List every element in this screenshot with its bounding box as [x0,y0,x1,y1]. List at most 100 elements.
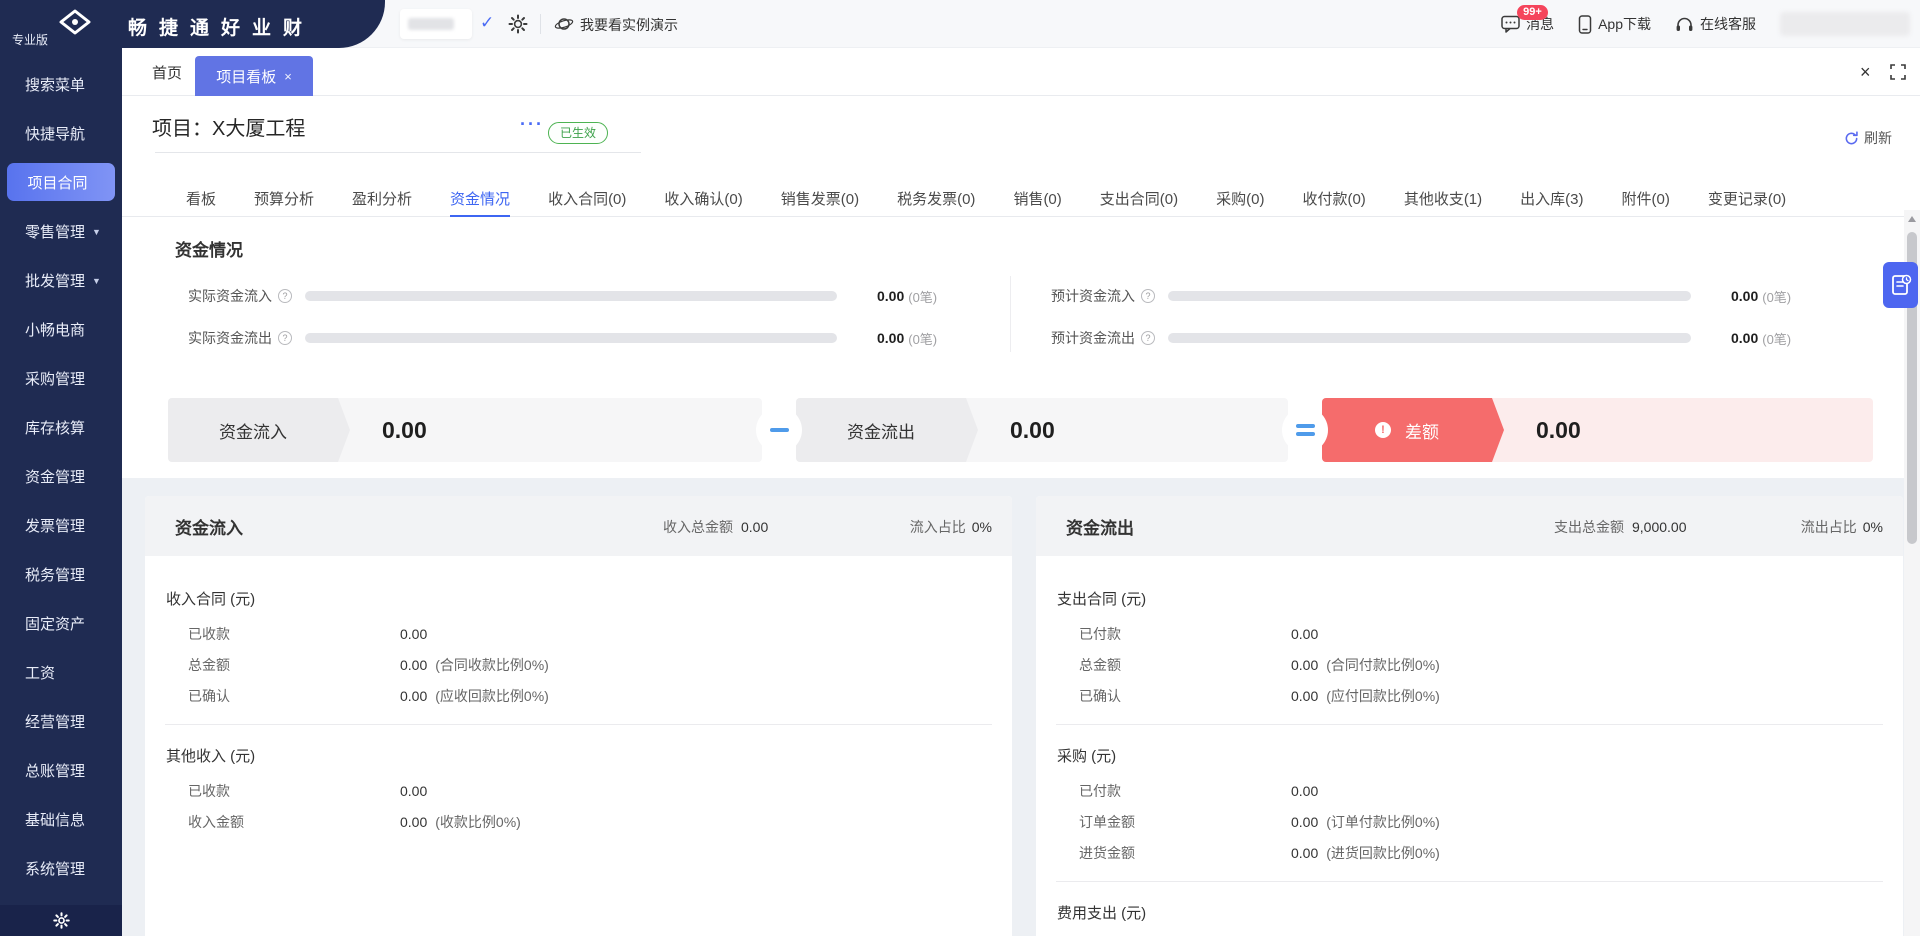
content-tab[interactable]: 资金情况 [450,180,511,217]
content-tab[interactable]: 看板 [186,180,216,216]
sidebar-item[interactable]: 系统管理 [0,844,122,893]
inflow-card-header: 资金流入 收入总金额 0.00 流入占比 0% [145,496,1012,556]
summary-band: 资金流入 0.00 资金流出 0.00 ! 差额 0.00 [168,398,1873,462]
content-tab[interactable]: 税务发票(0) [897,180,975,216]
company-selector-redacted[interactable] [400,9,472,39]
sidebar-item[interactable]: 税务管理 [0,550,122,599]
more-actions-button[interactable]: ··· [520,114,544,135]
outflow-ratio: 流出占比 0% [1800,519,1883,535]
content-tabs: 看板 预算分析 盈利分析 资金情况 收入合同(0) 收入确认(0) 销售发票(0… [122,180,1920,217]
refresh-label: 刷新 [1864,130,1892,146]
status-badge: 已生效 [548,122,609,144]
inflow-ratio: 流入占比 0% [909,519,992,535]
content-tab-label: 销售发票(0) [780,190,860,208]
sidebar-item[interactable]: 项目合同 [7,163,115,201]
content-tab[interactable]: 出入库(3) [1520,180,1583,216]
settings-gear-icon[interactable] [52,912,70,929]
detail-row: 订单金额 0.00 (订单付款比例0%) [1036,806,1903,837]
funding-row-label: 预计资金流出? [1051,328,1155,348]
title-underline [155,152,641,153]
refresh-button[interactable]: 刷新 [1844,128,1892,148]
content-tab[interactable]: 其他收支(1) [1404,180,1482,216]
sidebar-item[interactable]: 发票管理 [0,501,122,550]
support-button[interactable]: 在线客服 [1675,14,1756,34]
content-tab[interactable]: 盈利分析 [352,180,412,216]
content-tab-label: 采购(0) [1216,190,1265,208]
demo-link[interactable]: 我要看实例演示 [580,15,678,35]
detail-row-note: (订单付款比例0%) [1326,813,1440,830]
scrollbar-up-arrow[interactable] [1908,216,1916,222]
sidebar-item[interactable]: 固定资产 [0,599,122,648]
sidebar-item-label: 快捷导航 [25,126,86,143]
difference-segment-label: ! 差额 [1322,398,1504,462]
planet-icon [554,18,574,30]
content-tab[interactable]: 预算分析 [254,180,314,216]
sidebar-item[interactable]: 搜索菜单 [0,60,122,109]
tab-home[interactable]: 首页 [140,48,194,96]
tab-close-icon[interactable]: × [284,69,292,84]
app-download-button[interactable]: App下载 [1578,14,1651,34]
topbar-divider [540,14,541,34]
gear-icon[interactable] [508,14,528,34]
sidebar-item-label: 零售管理 [25,224,86,241]
sidebar-item[interactable]: 批发管理 ▼ [0,256,122,305]
inflow-card-title: 资金流入 [175,519,243,538]
sidebar-item[interactable]: 快捷导航 [0,109,122,158]
section-divider [1056,881,1883,882]
content-tab[interactable]: 采购(0) [1216,180,1264,216]
project-title: 项目：X大厦工程 [152,112,305,141]
progress-bar [305,333,837,343]
section-divider [1056,724,1883,725]
content-tab-label: 资金情况 [450,190,511,208]
sidebar-item[interactable]: 小畅电商 [0,305,122,354]
sidebar-item[interactable]: 零售管理 ▼ [0,207,122,256]
tab-project-board-label: 项目看板 [216,68,277,86]
sidebar-item[interactable]: 采购管理 [0,354,122,403]
content-tab[interactable]: 收入合同(0) [548,180,626,216]
content-tab[interactable]: 销售发票(0) [781,180,859,216]
content-tab[interactable]: 收付款(0) [1302,180,1365,216]
sidebar-item-label: 项目合同 [27,174,88,192]
content-tab-label: 收付款(0) [1302,190,1366,208]
content-tab[interactable]: 销售(0) [1013,180,1061,216]
sidebar-item[interactable]: 总账管理 [0,746,122,795]
messages-button[interactable]: 消息 99+ [1501,5,1554,34]
sidebar-item[interactable]: 库存核算 [0,403,122,452]
tab-project-board[interactable]: 项目看板 × [195,56,313,96]
progress-bar [1168,291,1691,301]
sidebar-item-label: 库存核算 [25,420,86,437]
sidebar-item[interactable]: 经营管理 [0,697,122,746]
funding-row-count: (0笔) [1762,331,1792,347]
help-icon[interactable]: ? [1141,331,1155,345]
help-icon[interactable]: ? [1141,289,1155,303]
outflow-segment-label: 资金流出 [796,398,978,462]
detail-row-label: 总金额 [188,656,230,673]
detail-row-note: (合同付款比例0%) [1326,656,1440,673]
sidebar-item-label: 批发管理 [25,273,86,290]
content-tab-label: 预算分析 [254,190,315,208]
help-icon[interactable]: ? [278,289,292,303]
content-tab[interactable]: 收入确认(0) [664,180,742,216]
check-icon: ✓ [480,13,495,32]
support-label: 在线客服 [1700,16,1756,32]
sidebar-item[interactable]: 资金管理 [0,452,122,501]
sidebar-item[interactable]: 基础信息 [0,795,122,844]
content-tab[interactable]: 附件(0) [1622,180,1670,216]
help-icon[interactable]: ? [278,331,292,345]
sidebar-item[interactable]: 工资 [0,648,122,697]
project-label: 项目： [152,118,212,140]
section-title: 其他收入 (元) [166,748,256,765]
content-tab-label: 收入合同(0) [548,190,627,208]
main-content: 项目：X大厦工程 ··· 已生效 刷新 看板 预算分析 盈利分析 资金情况 收入… [122,96,1920,936]
funding-row: 实际资金流入? 0.00 (0笔) [188,284,988,308]
close-icon[interactable]: × [1860,62,1871,83]
content-tab[interactable]: 支出合同(0) [1100,180,1178,216]
chevron-down-icon: ▼ [92,275,101,286]
username-redacted[interactable] [1780,12,1910,36]
sidebar-item-label: 小畅电商 [25,322,86,339]
outflow-card: 资金流出 支出总金额 9,000.00 流出占比 0% 支出合同 (元) 已付款 0… [1036,496,1903,936]
report-float-button[interactable] [1883,262,1918,308]
fullscreen-icon[interactable] [1890,64,1906,80]
detail-row-note: (应收回款比例0%) [435,687,549,704]
content-tab[interactable]: 变更记录(0) [1708,180,1786,216]
